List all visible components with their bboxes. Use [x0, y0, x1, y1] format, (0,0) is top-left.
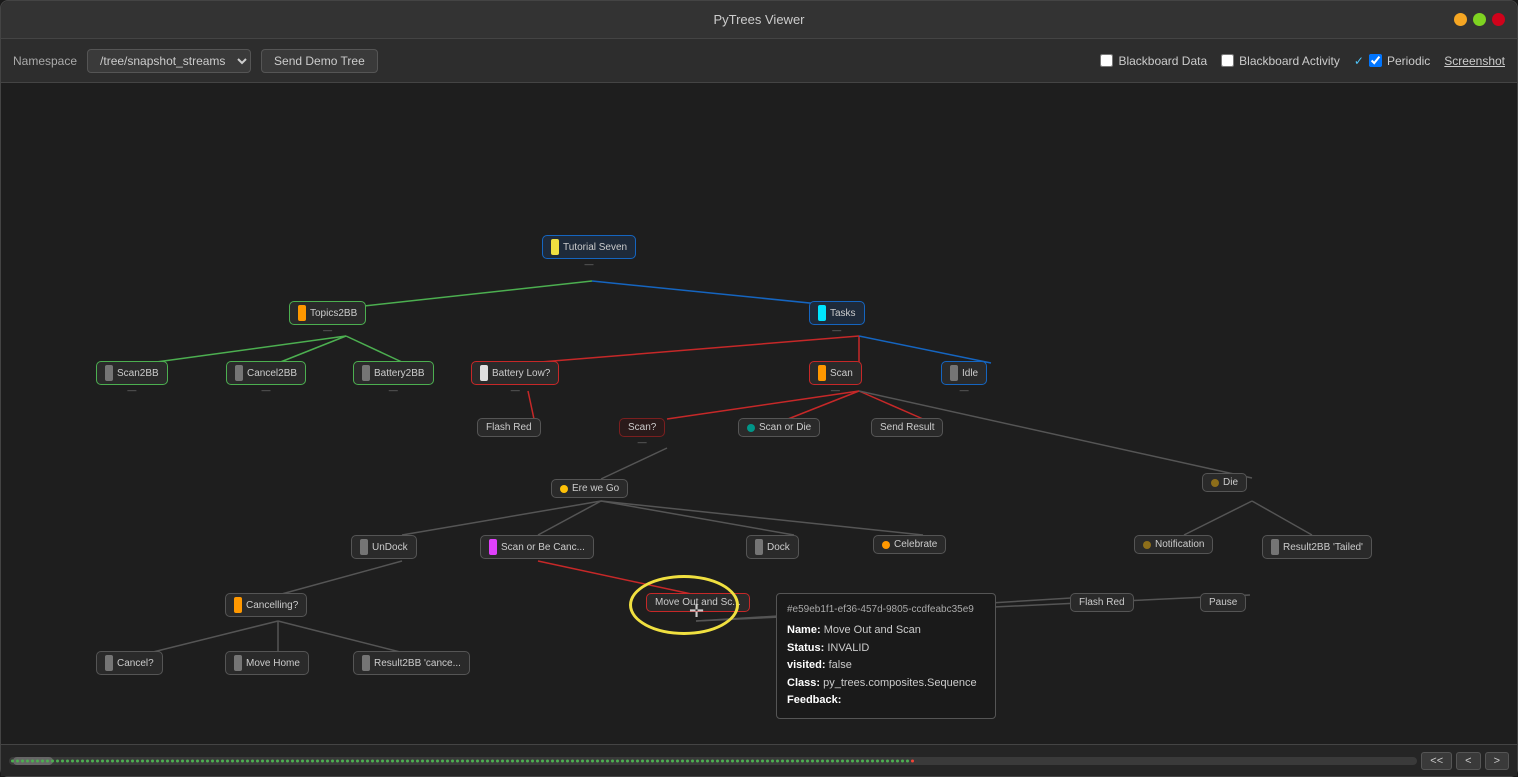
node-idle[interactable]: Idle —: [941, 361, 987, 395]
periodic-group: ✓ Periodic: [1354, 54, 1430, 68]
namespace-select[interactable]: /tree/snapshot_streams: [87, 49, 251, 73]
node-cancelling[interactable]: Cancelling?: [225, 593, 307, 617]
toolbar-right: Blackboard Data Blackboard Activity ✓ Pe…: [1100, 54, 1505, 68]
window-controls: [1454, 13, 1505, 26]
namespace-label: Namespace: [13, 54, 77, 68]
node-cancel[interactable]: Cancel?: [96, 651, 163, 675]
scroll-prev-prev-button[interactable]: <<: [1421, 752, 1452, 770]
blackboard-data-label[interactable]: Blackboard Data: [1118, 54, 1207, 68]
node-battery2bb[interactable]: Battery2BB —: [353, 361, 434, 395]
scroll-next-button[interactable]: >: [1485, 752, 1509, 770]
node-notification[interactable]: Notification: [1134, 535, 1213, 554]
tree-connections: [1, 83, 1517, 744]
periodic-check-icon: ✓: [1354, 54, 1364, 68]
tooltip-id: #e59eb1f1-ef36-457d-9805-ccdfeabc35e9: [787, 602, 985, 618]
node-tooltip: #e59eb1f1-ef36-457d-9805-ccdfeabc35e9 Na…: [776, 593, 996, 719]
canvas-area[interactable]: Tutorial Seven — Topics2BB — Tasks — Sca…: [1, 83, 1517, 744]
node-scan[interactable]: Scan —: [809, 361, 862, 395]
scroll-track[interactable]: [9, 757, 1417, 765]
blackboard-activity-group: Blackboard Activity: [1221, 54, 1340, 68]
node-result2bb-tailed[interactable]: Result2BB 'Tailed': [1262, 535, 1372, 559]
blackboard-data-checkbox[interactable]: [1100, 54, 1113, 67]
scroll-prev-button[interactable]: <: [1456, 752, 1480, 770]
node-tutorial-seven[interactable]: Tutorial Seven —: [542, 235, 636, 269]
scroll-dots: [9, 759, 1417, 762]
tooltip-class: Class: py_trees.composites.Sequence: [787, 675, 985, 693]
close-button[interactable]: [1492, 13, 1505, 26]
node-scan-or-die[interactable]: Scan or Die: [738, 418, 820, 437]
toolbar: Namespace /tree/snapshot_streams Send De…: [1, 39, 1517, 83]
screenshot-button[interactable]: Screenshot: [1444, 54, 1505, 68]
scrollbar-area: << < >: [1, 744, 1517, 776]
periodic-checkbox[interactable]: [1369, 54, 1382, 67]
node-send-result[interactable]: Send Result: [871, 418, 943, 437]
node-result2bb-cance[interactable]: Result2BB 'cance...: [353, 651, 470, 675]
node-dock[interactable]: Dock: [746, 535, 799, 559]
send-demo-button[interactable]: Send Demo Tree: [261, 49, 378, 73]
tooltip-name: Name: Move Out and Scan: [787, 622, 985, 640]
periodic-label[interactable]: Periodic: [1387, 54, 1430, 68]
node-scan2bb[interactable]: Scan2BB —: [96, 361, 168, 395]
move-cursor-icon: ✛: [689, 601, 704, 622]
node-scan-q[interactable]: Scan? —: [619, 418, 665, 447]
titlebar: PyTrees Viewer: [1, 1, 1517, 39]
node-ere-we-go[interactable]: Ere we Go: [551, 479, 628, 498]
node-pause[interactable]: Pause: [1200, 593, 1246, 612]
main-window: PyTrees Viewer Namespace /tree/snapshot_…: [0, 0, 1518, 777]
window-title: PyTrees Viewer: [713, 12, 804, 27]
node-move-home[interactable]: Move Home: [225, 651, 309, 675]
node-tasks[interactable]: Tasks —: [809, 301, 865, 335]
node-celebrate[interactable]: Celebrate: [873, 535, 946, 554]
node-undock[interactable]: UnDock: [351, 535, 417, 559]
node-topics2bb[interactable]: Topics2BB —: [289, 301, 366, 335]
blackboard-activity-label[interactable]: Blackboard Activity: [1239, 54, 1340, 68]
tooltip-visited: visited: false: [787, 657, 985, 675]
tooltip-feedback: Feedback:: [787, 692, 985, 710]
node-flash-red-1[interactable]: Flash Red: [477, 418, 541, 437]
node-battery-low[interactable]: Battery Low? —: [471, 361, 559, 395]
node-die[interactable]: Die: [1202, 473, 1247, 492]
node-flash-red-2[interactable]: Flash Red: [1070, 593, 1134, 612]
minimize-button[interactable]: [1454, 13, 1467, 26]
node-scan-or-be-canc[interactable]: Scan or Be Canc...: [480, 535, 594, 559]
maximize-button[interactable]: [1473, 13, 1486, 26]
blackboard-data-group: Blackboard Data: [1100, 54, 1207, 68]
tooltip-status: Status: INVALID: [787, 640, 985, 658]
blackboard-activity-checkbox[interactable]: [1221, 54, 1234, 67]
node-cancel2bb[interactable]: Cancel2BB —: [226, 361, 306, 395]
